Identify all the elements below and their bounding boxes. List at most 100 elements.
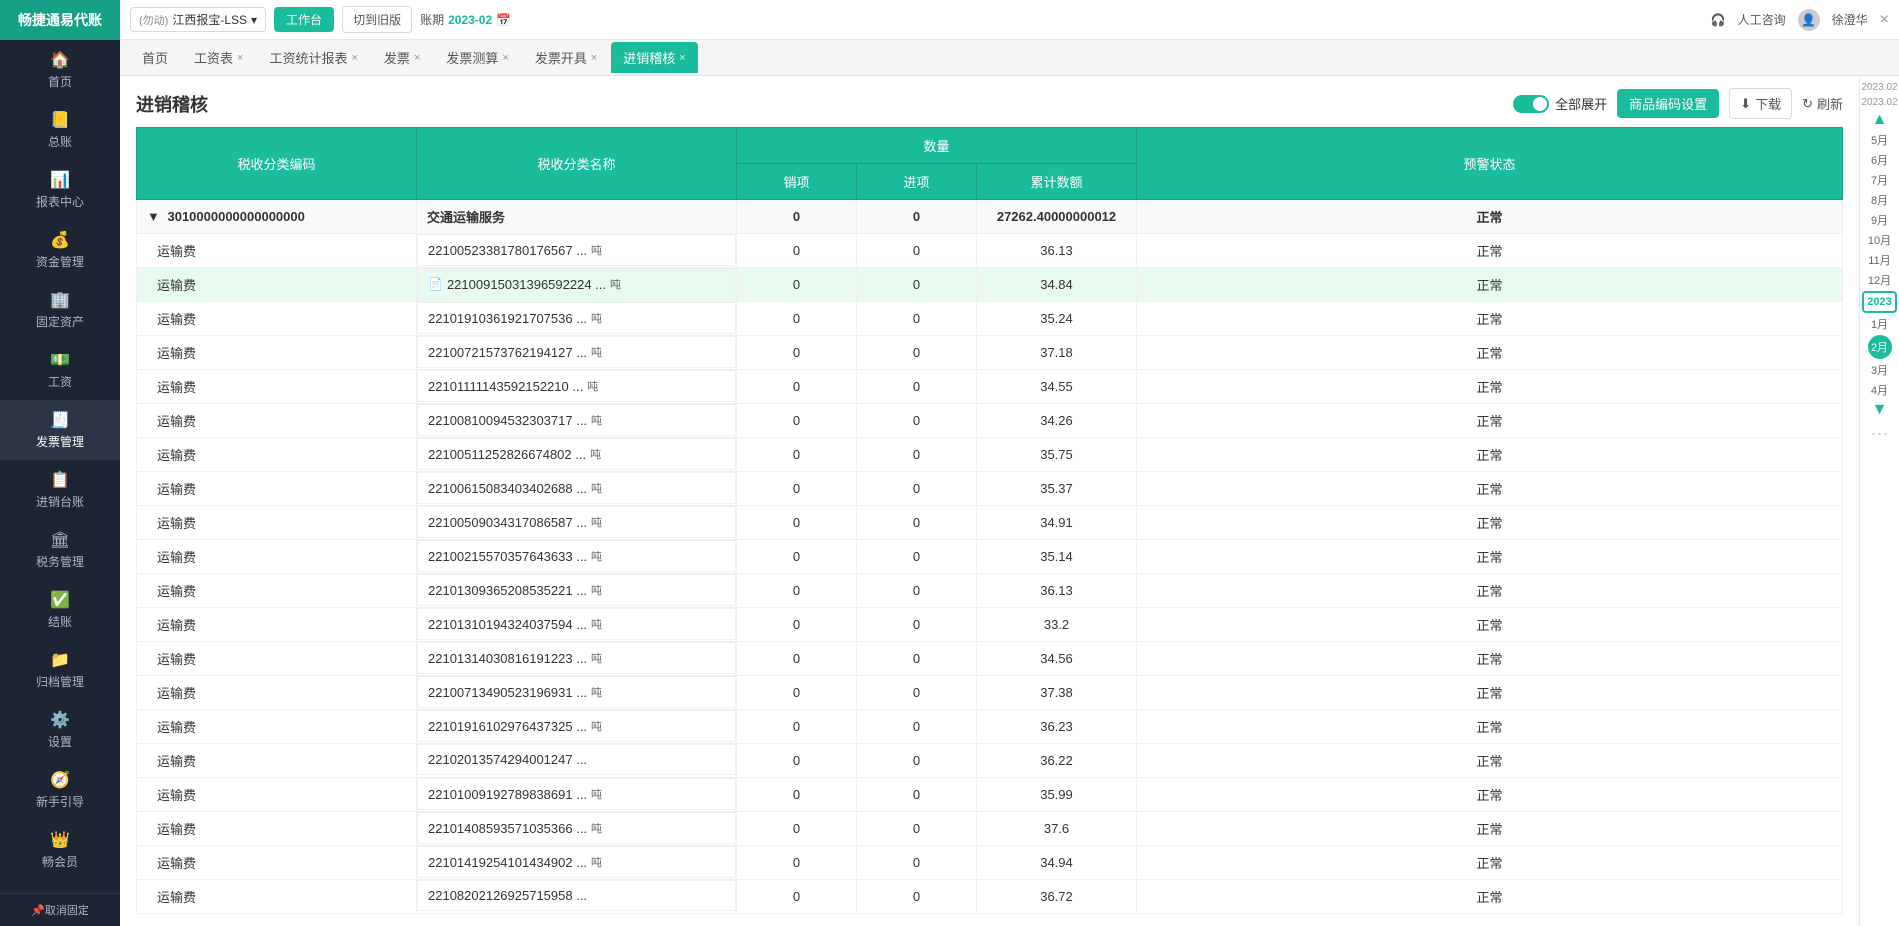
tab-invoice-label: 发票 [384,48,410,67]
row-sales: 0 [737,812,857,846]
sidebar-item-capital[interactable]: 💰 资金管理 [0,220,120,280]
sidebar-item-sales-ledger[interactable]: 📋 进销台账 [0,460,120,520]
period-label: 账期 [420,11,444,28]
row-purchase: 0 [857,778,977,812]
sidebar-item-label: 工资 [48,373,72,390]
row-sales: 0 [737,370,857,404]
sidebar-item-settings[interactable]: ⚙️ 设置 [0,700,120,760]
row-sales: 0 [737,574,857,608]
row-invoice-no: 22100721573762194127 ... 吨 [417,336,736,368]
month-4[interactable]: 4月 [1869,380,1890,400]
sidebar-item-archive[interactable]: 📁 归档管理 [0,640,120,700]
download-button[interactable]: ⬇ 下载 [1729,88,1792,119]
calendar-icon[interactable]: 📅 [496,13,511,27]
row-sales: 0 [737,744,857,778]
tab-salary-stats[interactable]: 工资统计报表 × [257,42,369,73]
tab-close-icon[interactable]: × [591,52,597,64]
month-5[interactable]: 5月 [1869,130,1890,150]
row-purchase: 0 [857,336,977,370]
month-12[interactable]: 12月 [1866,270,1893,290]
month-6[interactable]: 6月 [1869,150,1890,170]
sidebar-item-ledger[interactable]: 📒 总账 [0,100,120,160]
row-purchase: 0 [857,676,977,710]
row-cumulative: 33.2 [977,608,1137,642]
unit: 吨 [591,548,602,564]
row-status: 正常 [1137,710,1843,744]
sidebar-item-fixed-assets[interactable]: 🏢 固定资产 [0,280,120,340]
tab-close-icon[interactable]: × [679,52,685,64]
row-sales: 0 [737,880,857,914]
row-item-name: 运输费 [137,846,417,880]
month-7[interactable]: 7月 [1869,170,1890,190]
sidebar-item-settlement[interactable]: ✅ 结账 [0,580,120,640]
tabbar: 首页 工资表 × 工资统计报表 × 发票 × 发票测算 × 发票开具 × 进销稽… [120,40,1899,76]
month-10[interactable]: 10月 [1866,230,1893,250]
tab-close-icon[interactable]: × [237,52,243,64]
table-row: 运输费 📄 22100915031396592224 ... 吨 0 0 34.… [137,268,1843,302]
row-cumulative: 34.26 [977,404,1137,438]
sidebar-item-label: 发票管理 [36,433,84,450]
refresh-button[interactable]: ↻ 刷新 [1802,94,1843,113]
tab-salary-table[interactable]: 工资表 × [182,42,255,73]
month-9[interactable]: 9月 [1869,210,1890,230]
unit: 吨 [591,650,602,666]
unit: 吨 [591,480,602,496]
row-status: 正常 [1137,268,1843,302]
row-sales: 0 [737,710,857,744]
unit: 吨 [591,412,602,428]
month-3[interactable]: 3月 [1869,360,1890,380]
sidebar-item-salary[interactable]: 💵 工资 [0,340,120,400]
col-quantity-group: 数量 [737,128,1137,164]
sidebar-item-home[interactable]: 🏠 首页 [0,40,120,100]
sidebar-item-label: 固定资产 [36,313,84,330]
sidebar-item-label: 畅会员 [42,853,78,870]
tab-home[interactable]: 首页 [130,42,180,73]
support-text[interactable]: 人工咨询 [1738,11,1786,28]
row-cumulative: 36.22 [977,744,1137,778]
row-purchase: 0 [857,574,977,608]
chevron-down-button[interactable]: ▼ [1860,400,1899,420]
table-row: 运输费 22100509034317086587 ... 吨 0 0 34.91… [137,506,1843,540]
row-invoice-no: 22100215570357643633 ... 吨 [417,540,736,572]
tab-close-icon[interactable]: × [502,52,508,64]
row-sales: 0 [737,642,857,676]
settings-button[interactable]: 商品编码设置 [1617,89,1719,118]
row-invoice-no: 22100509034317086587 ... 吨 [417,506,736,538]
chevron-up-button[interactable]: ▲ [1860,110,1899,130]
app-logo: 畅捷通易代账 [0,0,120,40]
tab-sales-check[interactable]: 进销稽核 × [611,42,697,73]
sidebar-item-member[interactable]: 👑 畅会员 [0,820,120,880]
month-8[interactable]: 8月 [1869,190,1890,210]
sidebar-item-label: 进销台账 [36,493,84,510]
row-cumulative: 34.56 [977,642,1137,676]
close-button[interactable]: × [1880,11,1889,29]
unit: 吨 [591,242,602,258]
switch-period-button[interactable]: 切到旧版 [342,6,412,33]
pin-action[interactable]: 📌 取消固定 [0,893,120,926]
month-2-active[interactable]: 2月 [1868,335,1892,359]
row-name: 交通运输服务 [417,200,737,234]
row-item-name: 运输费 [137,506,417,540]
row-invoice-no: 22100511252826674802 ... 吨 [417,438,736,470]
chevron-down-icon: ▾ [251,13,257,27]
fixed-assets-icon: 🏢 [50,290,70,310]
tab-invoice-open[interactable]: 发票开具 × [523,42,609,73]
sidebar-item-invoice-mgmt[interactable]: 🧾 发票管理 [0,400,120,460]
company-select[interactable]: (勿动) 江西报宝-LSS ▾ [130,7,266,32]
sidebar-item-reports[interactable]: 📊 报表中心 [0,160,120,220]
tab-invoice[interactable]: 发票 × [372,42,432,73]
month-11[interactable]: 11月 [1866,250,1892,270]
workbench-button[interactable]: 工作台 [274,7,334,32]
tab-close-icon[interactable]: × [351,52,357,64]
sidebar-item-label: 结账 [48,613,72,630]
sidebar-item-guide[interactable]: 🧭 新手引导 [0,760,120,820]
row-cumulative: 34.55 [977,370,1137,404]
sidebar-item-tax[interactable]: 🏛 税务管理 [0,520,120,580]
row-invoice-no: 22100713490523196931 ... 吨 [417,676,736,708]
tab-close-icon[interactable]: × [414,52,420,64]
toggle-switch[interactable] [1513,95,1549,113]
tab-invoice-calc[interactable]: 发票测算 × [434,42,520,73]
right-panel: 2023.02 2023.02 ▲ 5月 6月 7月 8月 9月 10月 11月… [1859,76,1899,926]
row-cumulative: 37.18 [977,336,1137,370]
month-1[interactable]: 1月 [1869,314,1890,334]
